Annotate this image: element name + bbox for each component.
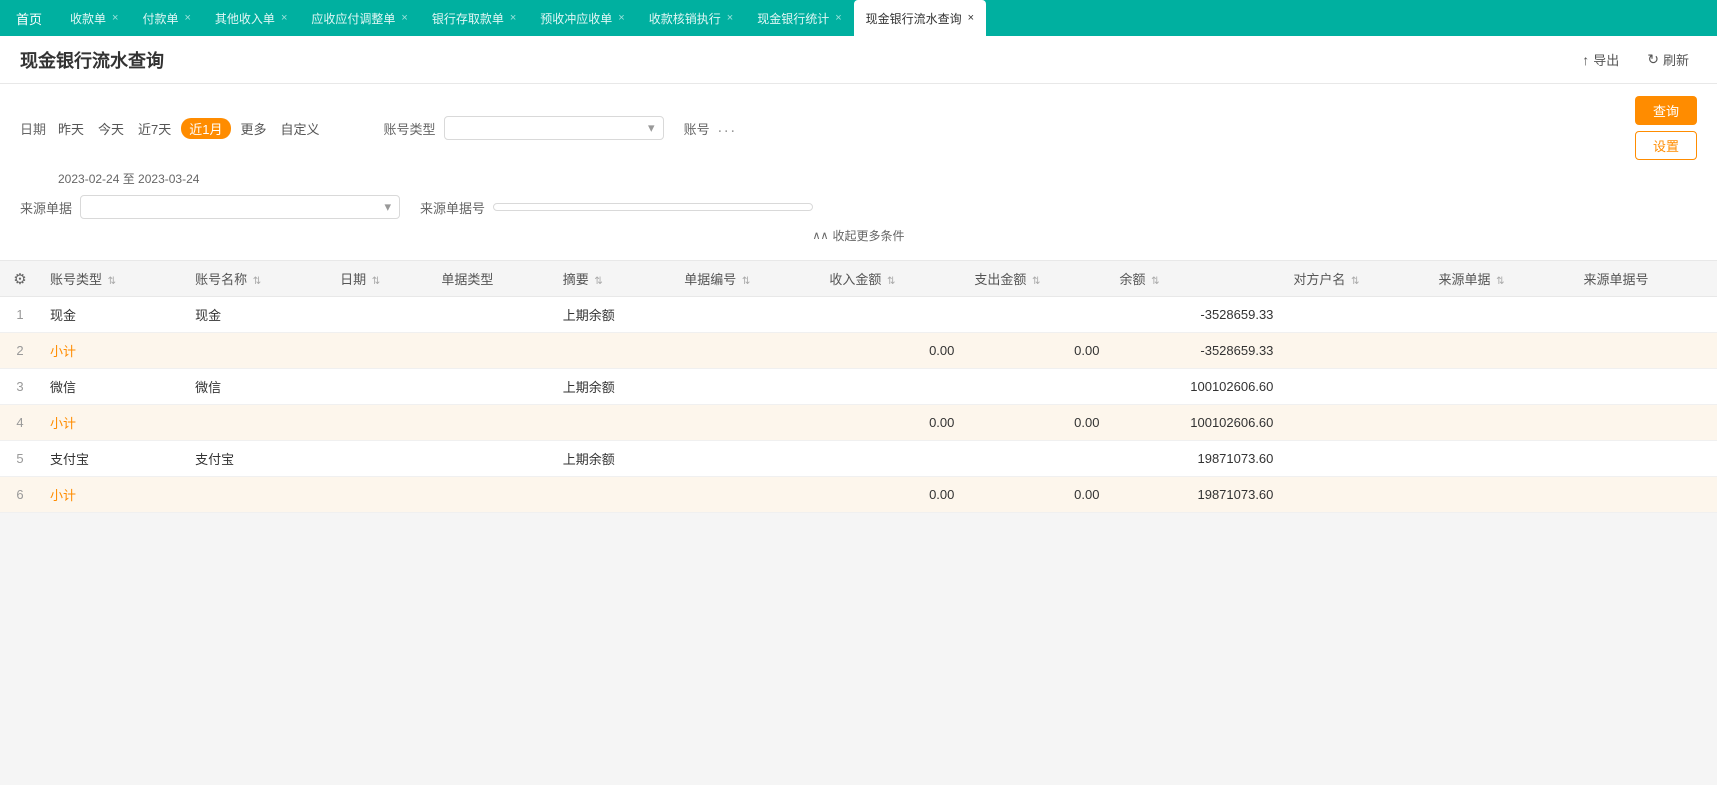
close-icon[interactable]: × [968, 12, 974, 24]
header-actions: ↑ 导出 ↻ 刷新 [1574, 46, 1697, 73]
refresh-icon: ↻ [1647, 51, 1659, 68]
shortcut-1month[interactable]: 近1月 [181, 118, 230, 139]
table-row: 2小计0.000.00-3528659.33 [0, 333, 1717, 369]
col-doc-type[interactable]: 单据类型 [431, 261, 552, 297]
close-icon[interactable]: × [510, 12, 516, 24]
table-header-row: ⚙ 账号类型 ⇅ 账号名称 ⇅ 日期 ⇅ 单据类型 摘要 ⇅ 单据编号 ⇅ 收入… [0, 261, 1717, 297]
col-income[interactable]: 收入金额 ⇅ [819, 261, 964, 297]
sort-icon: ⇅ [742, 276, 750, 287]
collapse-label: 收起更多条件 [833, 227, 905, 244]
close-icon[interactable]: × [184, 12, 190, 24]
account-no-label: 账号 [684, 119, 710, 138]
col-counterparty[interactable]: 对方户名 ⇅ [1283, 261, 1428, 297]
col-source-doc-no[interactable]: 来源单据号 [1574, 261, 1717, 297]
action-buttons: 查询 设置 [1635, 96, 1697, 160]
query-button[interactable]: 查询 [1635, 96, 1697, 125]
date-filter: 日期 昨天 今天 近7天 近1月 更多 自定义 [20, 118, 324, 139]
account-no-filter: 账号 ... [684, 119, 737, 138]
source-doc-filter: 来源单据 ▾ [20, 195, 400, 219]
page-title: 现金银行流水查询 [20, 47, 164, 73]
sort-icon: ⇅ [1496, 276, 1504, 287]
col-doc-no[interactable]: 单据编号 ⇅ [674, 261, 819, 297]
col-account-type[interactable]: 账号类型 ⇅ [40, 261, 185, 297]
shortcut-more[interactable]: 更多 [237, 118, 271, 139]
account-type-select[interactable]: ▾ [444, 116, 664, 140]
collapse-arrow-icon: ∧∧ [812, 229, 828, 242]
col-date[interactable]: 日期 ⇅ [330, 261, 431, 297]
nav-tab-shoukuanhexiao[interactable]: 收款核销执行 × [637, 0, 745, 36]
close-icon[interactable]: × [835, 12, 841, 24]
date-range-display: 2023-02-24 至 2023-03-24 [54, 170, 1697, 187]
col-account-name[interactable]: 账号名称 ⇅ [185, 261, 330, 297]
col-source-doc[interactable]: 来源单据 ⇅ [1428, 261, 1573, 297]
chevron-down-icon: ▾ [384, 199, 391, 215]
date-label: 日期 [20, 119, 46, 138]
page-header: 现金银行流水查询 ↑ 导出 ↻ 刷新 [0, 36, 1717, 84]
close-icon[interactable]: × [401, 12, 407, 24]
source-doc-select[interactable]: ▾ [80, 195, 400, 219]
sort-icon: ⇅ [1151, 276, 1159, 287]
shortcut-today[interactable]: 今天 [94, 118, 128, 139]
source-doc-no-input[interactable] [493, 203, 813, 211]
shortcut-custom[interactable]: 自定义 [277, 118, 324, 139]
table-container: ⚙ 账号类型 ⇅ 账号名称 ⇅ 日期 ⇅ 单据类型 摘要 ⇅ 单据编号 ⇅ 收入… [0, 261, 1717, 513]
account-no-dots[interactable]: ... [718, 119, 737, 137]
top-nav: 首页 收款单 × 付款单 × 其他收入单 × 应收应付调整单 × 银行存取款单 … [0, 0, 1717, 36]
nav-tab-shoukuandan[interactable]: 收款单 × [58, 0, 130, 36]
sort-icon: ⇅ [372, 276, 380, 287]
close-icon[interactable]: × [281, 12, 287, 24]
account-type-label: 账号类型 [384, 119, 436, 138]
sort-icon: ⇅ [1032, 276, 1040, 287]
settings-icon[interactable]: ⚙ [13, 271, 26, 288]
chevron-down-icon: ▾ [648, 120, 655, 136]
data-table: ⚙ 账号类型 ⇅ 账号名称 ⇅ 日期 ⇅ 单据类型 摘要 ⇅ 单据编号 ⇅ 收入… [0, 261, 1717, 513]
table-row: 6小计0.000.0019871073.60 [0, 477, 1717, 513]
refresh-button[interactable]: ↻ 刷新 [1639, 46, 1697, 73]
sort-icon: ⇅ [253, 276, 261, 287]
table-row: 1现金现金上期余额-3528659.33 [0, 297, 1717, 333]
col-summary[interactable]: 摘要 ⇅ [553, 261, 674, 297]
nav-tab-yingshouyingfu[interactable]: 应收应付调整单 × [299, 0, 419, 36]
date-range-text: 2023-02-24 至 2023-03-24 [58, 172, 199, 186]
col-settings[interactable]: ⚙ [0, 261, 40, 297]
source-doc-no-filter: 来源单据号 [420, 198, 813, 217]
export-icon: ↑ [1582, 52, 1589, 68]
date-shortcuts: 昨天 今天 近7天 近1月 更多 自定义 [54, 118, 324, 139]
filter-row-2: 来源单据 ▾ 来源单据号 [20, 195, 1697, 219]
sort-icon: ⇅ [594, 276, 602, 287]
sort-icon: ⇅ [108, 276, 116, 287]
close-icon[interactable]: × [618, 12, 624, 24]
nav-tab-yushou[interactable]: 预收冲应收单 × [528, 0, 636, 36]
settings-button[interactable]: 设置 [1635, 131, 1697, 160]
sort-icon: ⇅ [1351, 276, 1359, 287]
account-type-filter: 账号类型 ▾ [384, 116, 664, 140]
filter-row-1: 日期 昨天 今天 近7天 近1月 更多 自定义 账号类型 ▾ 账号 ... [20, 96, 1697, 160]
nav-tab-xianjintongji[interactable]: 现金银行统计 × [745, 0, 853, 36]
table-body: 1现金现金上期余额-3528659.332小计0.000.00-3528659.… [0, 297, 1717, 513]
table-row: 4小计0.000.00100102606.60 [0, 405, 1717, 441]
shortcut-7days[interactable]: 近7天 [134, 118, 175, 139]
nav-tab-qitashouru[interactable]: 其他收入单 × [203, 0, 299, 36]
close-icon[interactable]: × [112, 12, 118, 24]
col-balance[interactable]: 余额 ⇅ [1109, 261, 1283, 297]
sort-icon: ⇅ [887, 276, 895, 287]
nav-tab-liushui-active[interactable]: 现金银行流水查询 × [854, 0, 986, 36]
nav-tab-yinhangcunqu[interactable]: 银行存取款单 × [420, 0, 528, 36]
table-row: 3微信微信上期余额100102606.60 [0, 369, 1717, 405]
shortcut-yesterday[interactable]: 昨天 [54, 118, 88, 139]
table-row: 5支付宝支付宝上期余额19871073.60 [0, 441, 1717, 477]
collapse-bar[interactable]: ∧∧ 收起更多条件 [20, 223, 1697, 252]
source-doc-no-label: 来源单据号 [420, 198, 485, 217]
source-doc-label: 来源单据 [20, 198, 72, 217]
nav-tab-fukuandan[interactable]: 付款单 × [130, 0, 202, 36]
filter-area: 日期 昨天 今天 近7天 近1月 更多 自定义 账号类型 ▾ 账号 ... [0, 84, 1717, 261]
export-button[interactable]: ↑ 导出 [1574, 46, 1627, 73]
nav-home[interactable]: 首页 [0, 0, 58, 36]
close-icon[interactable]: × [727, 12, 733, 24]
col-expense[interactable]: 支出金额 ⇅ [964, 261, 1109, 297]
